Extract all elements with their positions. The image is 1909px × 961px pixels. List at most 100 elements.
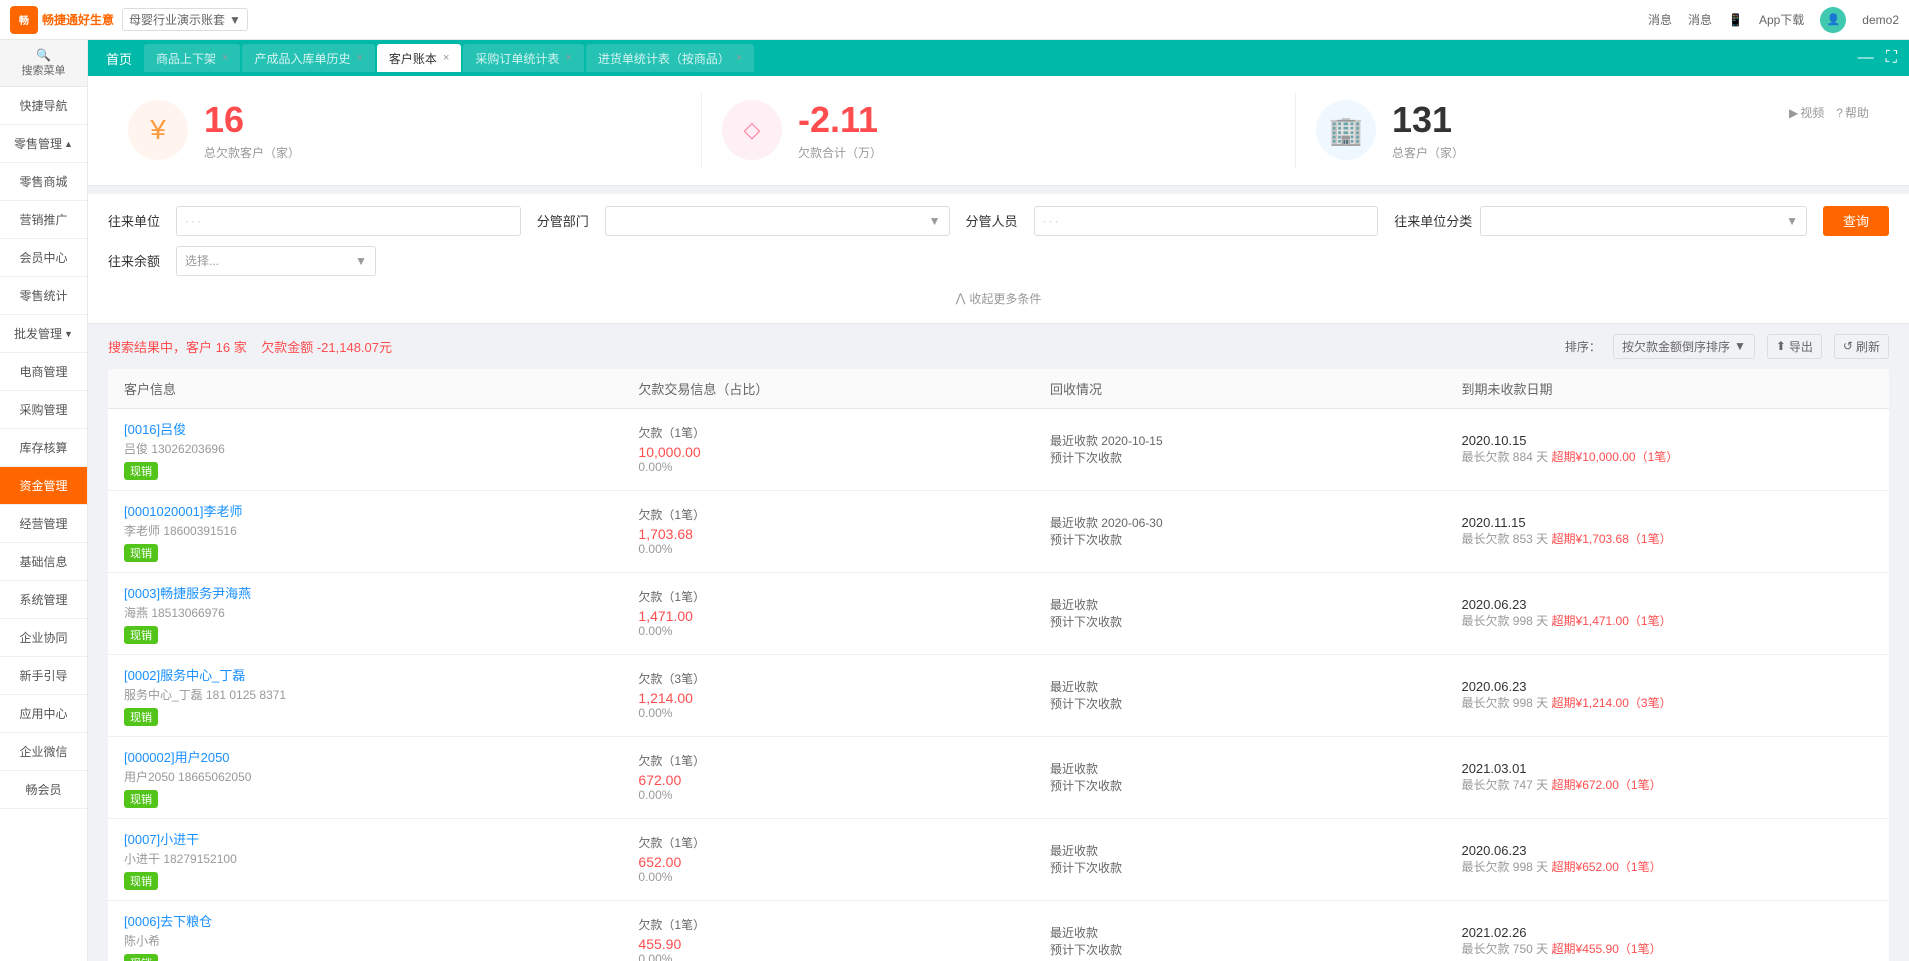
customer-name-5[interactable]: [000002]用户2050: [124, 750, 230, 765]
sidebar-item-retail-stats[interactable]: 零售统计: [0, 277, 87, 315]
filter-area: 往来单位 ··· 分管部门 ▼: [88, 194, 1909, 324]
sidebar-item-retail-mall[interactable]: 零售商城: [0, 163, 87, 201]
col-header-collection: 回收情况: [1050, 379, 1462, 398]
debt-amount-7[interactable]: 455.90: [638, 936, 1050, 952]
due-date-5: 2021.03.01: [1461, 761, 1873, 776]
sidebar-label-marketing: 营销推广: [4, 211, 83, 228]
debt-info-3: 欠款（1笔） 1,471.00 0.00%: [638, 588, 1050, 638]
message-link[interactable]: 消息: [1648, 11, 1672, 28]
refresh-label: 刷新: [1856, 338, 1880, 355]
tab-product-listing[interactable]: 商品上下架 ×: [144, 44, 240, 72]
search-button[interactable]: 查询: [1823, 206, 1889, 236]
filter-unit-category-select[interactable]: ▼: [1480, 206, 1807, 236]
help-link[interactable]: ? 帮助: [1836, 104, 1869, 121]
overdue-info-3: 2020.06.23 最长欠款 998 天 超期¥1,471.00（1笔）: [1461, 597, 1873, 629]
video-link[interactable]: ▶ 视频: [1789, 104, 1824, 121]
sort-select[interactable]: 按欠款金额倒序排序 ▼: [1613, 334, 1755, 359]
overdue-info-4: 2020.06.23 最长欠款 998 天 超期¥1,214.00（3笔）: [1461, 679, 1873, 711]
sidebar-item-vip[interactable]: 畅会员: [0, 771, 87, 809]
stat-number-debt-customers: 16: [204, 100, 681, 140]
sidebar-search[interactable]: 🔍 搜索菜单: [0, 40, 87, 87]
sidebar-item-purchase[interactable]: 采购管理: [0, 391, 87, 429]
app-download-icon: 📱: [1728, 13, 1743, 27]
debt-amount-6[interactable]: 652.00: [638, 854, 1050, 870]
stat-number-total-customers: 131: [1392, 100, 1773, 140]
tab-purchase-order[interactable]: 采购订单统计表 ×: [463, 44, 583, 72]
app-download-label[interactable]: App下载: [1759, 11, 1804, 28]
customer-name-2[interactable]: [0001020001]李老师: [124, 504, 243, 519]
customer-name-3[interactable]: [0003]畅捷服务尹海燕: [124, 586, 251, 601]
export-label: 导出: [1789, 338, 1813, 355]
debt-amount-3[interactable]: 1,471.00: [638, 608, 1050, 624]
sidebar-item-member[interactable]: 会员中心: [0, 239, 87, 277]
diamond-icon: ◇: [744, 117, 761, 143]
debt-count-1: 欠款（1笔）: [638, 424, 1050, 441]
tab-expand-btn[interactable]: ⛶: [1882, 49, 1901, 67]
debt-amount-4[interactable]: 1,214.00: [638, 690, 1050, 706]
overdue-link-5[interactable]: 超期¥672.00（1笔）: [1552, 778, 1662, 792]
avatar[interactable]: 👤: [1820, 7, 1846, 33]
results-info-suffix: 家: [234, 340, 247, 355]
due-date-7: 2021.02.26: [1461, 925, 1873, 940]
tab-home[interactable]: 首页: [96, 44, 142, 72]
debt-amount-1[interactable]: 10,000.00: [638, 444, 1050, 460]
filter-balance-select[interactable]: 选择... ▼: [176, 246, 376, 276]
message-label[interactable]: 消息: [1688, 11, 1712, 28]
col-header-customer: 客户信息: [124, 379, 638, 398]
tab-collapse-btn[interactable]: —: [1854, 49, 1878, 67]
collapse-up-icon: ⋀: [956, 291, 966, 305]
overdue-link-2[interactable]: 超期¥1,703.68（1笔）: [1552, 532, 1672, 546]
tenant-selector[interactable]: 母婴行业演示账套 ▼: [122, 8, 248, 31]
overdue-link-3[interactable]: 超期¥1,471.00（1笔）: [1552, 614, 1672, 628]
overdue-days-6: 最长欠款 998 天 超期¥652.00（1笔）: [1461, 858, 1873, 875]
table-row: [0007]小进干 小进干 18279152100 现销 欠款（1笔） 652.…: [108, 819, 1889, 901]
sidebar-item-system[interactable]: 系统管理: [0, 581, 87, 619]
overdue-link-6[interactable]: 超期¥652.00（1笔）: [1552, 860, 1662, 874]
customer-name-1[interactable]: [0016]吕俊: [124, 422, 186, 437]
tab-close-product-listing[interactable]: ×: [222, 52, 228, 64]
debt-info-5: 欠款（1笔） 672.00 0.00%: [638, 752, 1050, 802]
results-customer-count: 16: [216, 340, 230, 355]
sidebar-item-enterprise[interactable]: 企业协同: [0, 619, 87, 657]
sidebar-item-ecommerce[interactable]: 电商管理: [0, 353, 87, 391]
export-button[interactable]: ⬆ 导出: [1767, 334, 1822, 359]
overdue-link-4[interactable]: 超期¥1,214.00（3笔）: [1552, 696, 1672, 710]
overdue-link-1[interactable]: 超期¥10,000.00（1笔）: [1552, 450, 1679, 464]
tab-home-label: 首页: [106, 49, 132, 68]
overdue-info-6: 2020.06.23 最长欠款 998 天 超期¥652.00（1笔）: [1461, 843, 1873, 875]
sidebar-item-basic[interactable]: 基础信息: [0, 543, 87, 581]
sidebar-item-batch-mgmt[interactable]: 批发管理 ▼: [0, 315, 87, 353]
sidebar-item-retail-mgmt[interactable]: 零售管理 ▲: [0, 125, 87, 163]
debt-amount-5[interactable]: 672.00: [638, 772, 1050, 788]
tab-close-inventory-stats[interactable]: ×: [736, 52, 742, 64]
sidebar-item-app-center[interactable]: 应用中心: [0, 695, 87, 733]
filter-dept-select[interactable]: ▼: [605, 206, 950, 236]
filter-source-unit-input[interactable]: ···: [176, 206, 521, 236]
refresh-button[interactable]: ↺ 刷新: [1834, 334, 1889, 359]
sidebar-item-operations[interactable]: 经营管理: [0, 505, 87, 543]
sidebar-item-inventory[interactable]: 库存核算: [0, 429, 87, 467]
tab-customer-account[interactable]: 客户账本 ×: [377, 44, 461, 72]
sidebar-item-wecom[interactable]: 企业微信: [0, 733, 87, 771]
debt-amount-2[interactable]: 1,703.68: [638, 526, 1050, 542]
filter-balance-placeholder: 选择...: [185, 252, 219, 269]
tab-inventory-stats[interactable]: 进货单统计表（按商品） ×: [586, 44, 754, 72]
sidebar-item-marketing[interactable]: 营销推广: [0, 201, 87, 239]
sidebar-item-guide[interactable]: 新手引导: [0, 657, 87, 695]
filter-person-input[interactable]: ···: [1034, 206, 1379, 236]
collapse-filters-btn[interactable]: ⋀ 收起更多条件: [108, 286, 1889, 311]
sidebar-item-finance[interactable]: 资金管理: [0, 467, 87, 505]
tab-close-customer-account[interactable]: ×: [443, 52, 449, 64]
tab-production-history[interactable]: 产成品入库单历史 ×: [242, 44, 374, 72]
customer-name-4[interactable]: [0002]服务中心_丁磊: [124, 668, 245, 683]
tab-close-production-history[interactable]: ×: [356, 52, 362, 64]
overdue-days-2: 最长欠款 853 天 超期¥1,703.68（1笔）: [1461, 530, 1873, 547]
customer-name-6[interactable]: [0007]小进干: [124, 832, 199, 847]
customer-name-7[interactable]: [0006]去下粮仓: [124, 914, 212, 929]
sidebar-item-quick-nav[interactable]: 快捷导航: [0, 87, 87, 125]
tab-close-purchase-order[interactable]: ×: [565, 52, 571, 64]
sidebar-label-retail-mgmt: 零售管理: [14, 135, 62, 152]
debt-count-3: 欠款（1笔）: [638, 588, 1050, 605]
overdue-link-7[interactable]: 超期¥455.90（1笔）: [1552, 942, 1662, 956]
table-row: [0001020001]李老师 李老师 18600391516 现销 欠款（1笔…: [108, 491, 1889, 573]
